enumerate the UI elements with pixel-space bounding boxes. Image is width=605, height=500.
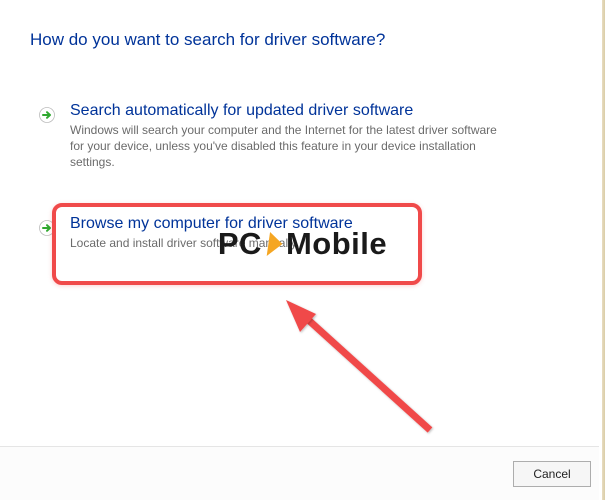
annotation-arrow-icon	[280, 300, 450, 455]
option-description: Windows will search your computer and th…	[70, 122, 510, 171]
option-title: Browse my computer for driver software	[70, 215, 569, 233]
cancel-button[interactable]: Cancel	[513, 461, 591, 487]
dialog-footer: Cancel	[0, 446, 605, 500]
window-edge-decoration	[593, 0, 605, 500]
option-title: Search automatically for updated driver …	[70, 102, 569, 120]
option-browse-computer[interactable]: Browse my computer for driver software L…	[30, 209, 577, 261]
option-search-automatically[interactable]: Search automatically for updated driver …	[30, 96, 577, 181]
arrow-right-icon	[38, 106, 56, 129]
option-description: Locate and install driver software manua…	[70, 235, 510, 251]
arrow-right-icon	[38, 219, 56, 242]
page-title: How do you want to search for driver sof…	[30, 30, 577, 50]
